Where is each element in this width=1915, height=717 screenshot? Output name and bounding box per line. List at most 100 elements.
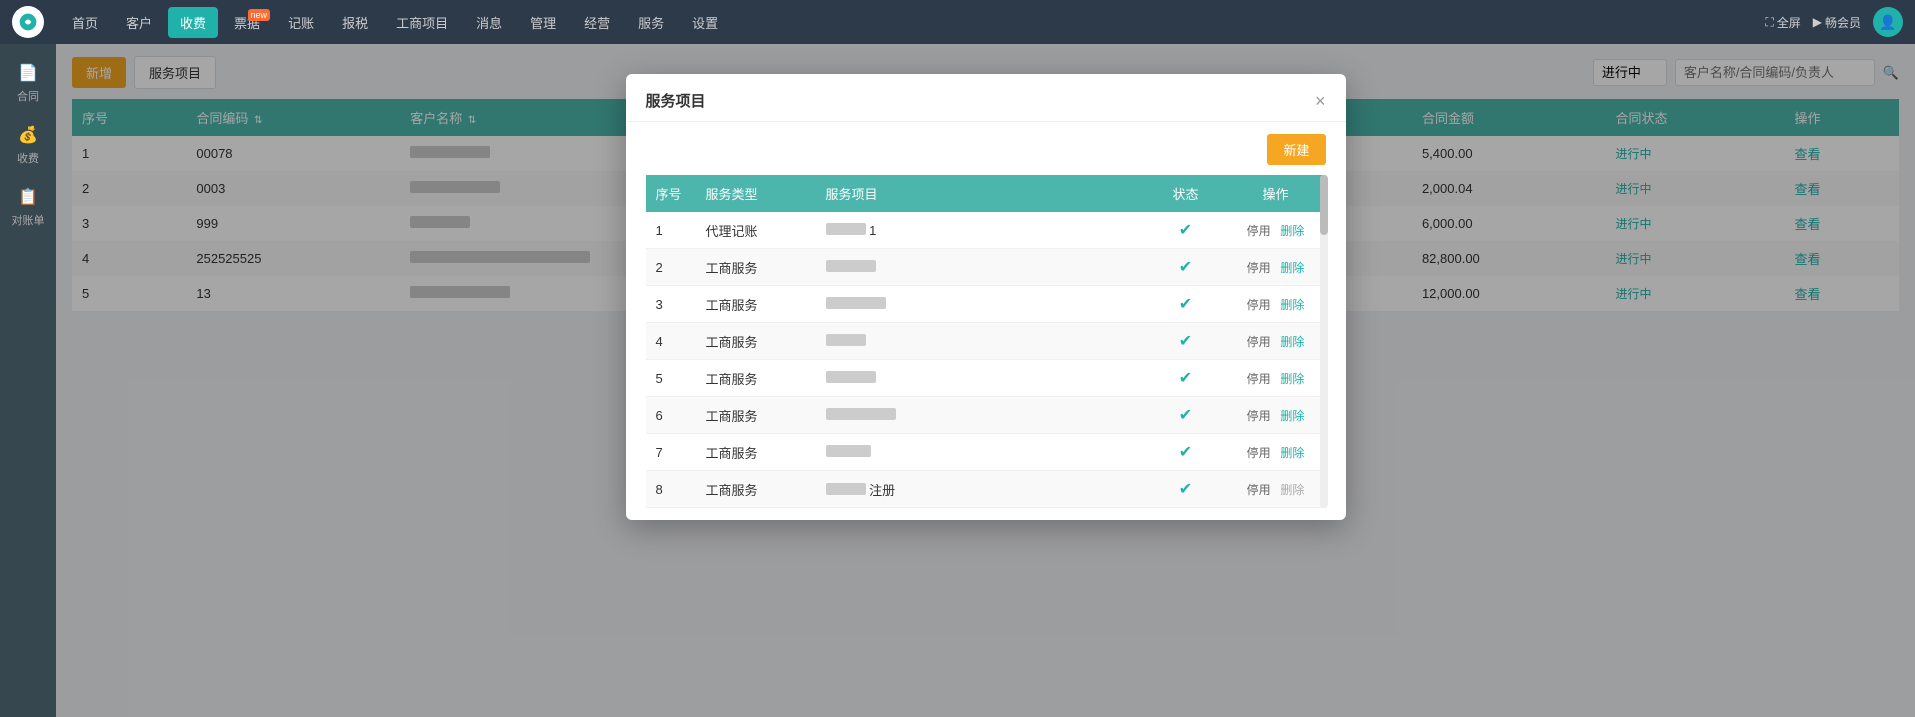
modal-cell-seq: 3 bbox=[646, 286, 696, 323]
sidebar-item-reconciliation[interactable]: 📋 对账单 bbox=[0, 176, 56, 238]
fullscreen-icon: ⛶ bbox=[1765, 15, 1773, 30]
delete-button[interactable]: 删除 bbox=[1280, 409, 1304, 423]
modal-header: 服务项目 × bbox=[626, 74, 1346, 122]
modal-cell-status: ✔ bbox=[1146, 471, 1226, 508]
modal-cell-type: 工商服务 bbox=[696, 360, 816, 397]
sidebar-item-fee[interactable]: 💰 收费 bbox=[0, 114, 56, 176]
user-avatar[interactable]: 👤 bbox=[1873, 7, 1903, 37]
modal-cell-type: 工商服务 bbox=[696, 471, 816, 508]
delete-button[interactable]: 删除 bbox=[1280, 335, 1304, 349]
modal-cell-status: ✔ bbox=[1146, 434, 1226, 471]
nav-item-tax[interactable]: 报税 bbox=[330, 7, 380, 38]
member-icon: ▶ bbox=[1813, 15, 1822, 29]
stop-button[interactable]: 停用 bbox=[1247, 372, 1271, 386]
stop-button[interactable]: 停用 bbox=[1247, 483, 1271, 497]
scrollbar-thumb[interactable] bbox=[1320, 175, 1328, 235]
modal-body: 新建 序号 服务类型 服务项目 状态 操作 bbox=[626, 122, 1346, 520]
modal-cell-item bbox=[816, 323, 1146, 360]
nav-items-list: 首页 客户 收费 票据new 记账 报税 工商项目 消息 管理 经营 服务 设置 bbox=[60, 7, 1765, 38]
sidebar-item-contract-label: 合同 bbox=[17, 88, 39, 104]
nav-right-area: ⛶ 全屏 ▶ 畅会员 👤 bbox=[1765, 7, 1903, 37]
status-check-icon: ✔ bbox=[1179, 296, 1192, 313]
modal-cell-seq: 7 bbox=[646, 434, 696, 471]
modal-cell-actions: 停用 删除 bbox=[1226, 434, 1326, 471]
status-check-icon: ✔ bbox=[1179, 222, 1192, 239]
nav-item-settings[interactable]: 设置 bbox=[680, 7, 730, 38]
member-label: 畅会员 bbox=[1825, 14, 1861, 31]
nav-item-operation[interactable]: 经营 bbox=[572, 7, 622, 38]
delete-button[interactable]: 删除 bbox=[1280, 372, 1304, 386]
nav-item-bookkeeping[interactable]: 记账 bbox=[276, 7, 326, 38]
nav-item-message[interactable]: 消息 bbox=[464, 7, 514, 38]
stop-button[interactable]: 停用 bbox=[1247, 224, 1271, 238]
modal-table-row: 4 工商服务 ✔ 停用 删除 bbox=[646, 323, 1326, 360]
modal-close-button[interactable]: × bbox=[1315, 92, 1326, 110]
modal-new-button[interactable]: 新建 bbox=[1267, 134, 1325, 165]
stop-button[interactable]: 停用 bbox=[1247, 446, 1271, 460]
status-check-icon: ✔ bbox=[1179, 333, 1192, 350]
modal-cell-type: 工商服务 bbox=[696, 323, 816, 360]
modal-cell-item: 注册 bbox=[816, 471, 1146, 508]
reconciliation-icon: 📋 bbox=[17, 186, 39, 208]
modal-cell-status: ✔ bbox=[1146, 249, 1226, 286]
contract-icon: 📄 bbox=[17, 62, 39, 84]
modal-table-row: 3 工商服务 ✔ 停用 删除 bbox=[646, 286, 1326, 323]
modal-cell-actions: 停用 删除 bbox=[1226, 471, 1326, 508]
delete-button[interactable]: 删除 bbox=[1280, 298, 1304, 312]
modal-cell-actions: 停用 删除 bbox=[1226, 212, 1326, 249]
status-check-icon: ✔ bbox=[1179, 407, 1192, 424]
service-items-table: 序号 服务类型 服务项目 状态 操作 1 代理记账 1 bbox=[646, 175, 1326, 508]
modal-cell-type: 代理记账 bbox=[696, 212, 816, 249]
modal-cell-type: 工商服务 bbox=[696, 249, 816, 286]
modal-cell-seq: 5 bbox=[646, 360, 696, 397]
modal-col-action: 操作 bbox=[1226, 175, 1326, 212]
nav-item-home[interactable]: 首页 bbox=[60, 7, 110, 38]
modal-col-seq: 序号 bbox=[646, 175, 696, 212]
modal-cell-actions: 停用 删除 bbox=[1226, 249, 1326, 286]
modal-title: 服务项目 bbox=[646, 90, 706, 111]
modal-col-type: 服务类型 bbox=[696, 175, 816, 212]
nav-item-business[interactable]: 工商项目 bbox=[384, 7, 460, 38]
modal-cell-status: ✔ bbox=[1146, 286, 1226, 323]
modal-cell-item: 1 bbox=[816, 212, 1146, 249]
modal-table-row: 2 工商服务 ✔ 停用 删除 bbox=[646, 249, 1326, 286]
modal-table-row: 6 工商服务 ✔ 停用 删除 bbox=[646, 397, 1326, 434]
delete-button[interactable]: 删除 bbox=[1280, 224, 1304, 238]
modal-cell-item bbox=[816, 397, 1146, 434]
modal-cell-actions: 停用 删除 bbox=[1226, 397, 1326, 434]
main-content-area: 新增 服务项目 进行中 已完成 全部 🔍 序号 合同编码 ⇅ bbox=[56, 44, 1915, 717]
delete-button[interactable]: 删除 bbox=[1280, 446, 1304, 460]
modal-cell-item bbox=[816, 434, 1146, 471]
nav-item-invoice[interactable]: 票据new bbox=[222, 7, 272, 38]
modal-cell-seq: 1 bbox=[646, 212, 696, 249]
fee-icon: 💰 bbox=[17, 124, 39, 146]
nav-item-client[interactable]: 客户 bbox=[114, 7, 164, 38]
modal-cell-actions: 停用 删除 bbox=[1226, 286, 1326, 323]
modal-cell-status: ✔ bbox=[1146, 360, 1226, 397]
delete-button[interactable]: 删除 bbox=[1280, 261, 1304, 275]
status-check-icon: ✔ bbox=[1179, 444, 1192, 461]
modal-table-row: 5 工商服务 ✔ 停用 删除 bbox=[646, 360, 1326, 397]
nav-item-fee[interactable]: 收费 bbox=[168, 7, 218, 38]
stop-button[interactable]: 停用 bbox=[1247, 409, 1271, 423]
stop-button[interactable]: 停用 bbox=[1247, 335, 1271, 349]
modal-col-status: 状态 bbox=[1146, 175, 1226, 212]
sidebar-item-contract[interactable]: 📄 合同 bbox=[0, 52, 56, 114]
member-button[interactable]: ▶ 畅会员 bbox=[1813, 14, 1861, 31]
nav-item-management[interactable]: 管理 bbox=[518, 7, 568, 38]
delete-button[interactable]: 删除 bbox=[1280, 483, 1304, 497]
fullscreen-button[interactable]: ⛶ 全屏 bbox=[1765, 14, 1800, 31]
modal-table-row: 1 代理记账 1 ✔ 停用 删除 bbox=[646, 212, 1326, 249]
modal-table-row: 7 工商服务 ✔ 停用 删除 bbox=[646, 434, 1326, 471]
scrollbar-track bbox=[1320, 175, 1328, 508]
service-items-modal: 服务项目 × 新建 序号 服务类型 服务项目 状态 bbox=[626, 74, 1346, 520]
nav-item-service[interactable]: 服务 bbox=[626, 7, 676, 38]
app-logo[interactable] bbox=[12, 6, 44, 38]
modal-cell-type: 工商服务 bbox=[696, 397, 816, 434]
modal-cell-seq: 6 bbox=[646, 397, 696, 434]
stop-button[interactable]: 停用 bbox=[1247, 298, 1271, 312]
modal-cell-status: ✔ bbox=[1146, 323, 1226, 360]
modal-cell-seq: 4 bbox=[646, 323, 696, 360]
status-check-icon: ✔ bbox=[1179, 370, 1192, 387]
stop-button[interactable]: 停用 bbox=[1247, 261, 1271, 275]
